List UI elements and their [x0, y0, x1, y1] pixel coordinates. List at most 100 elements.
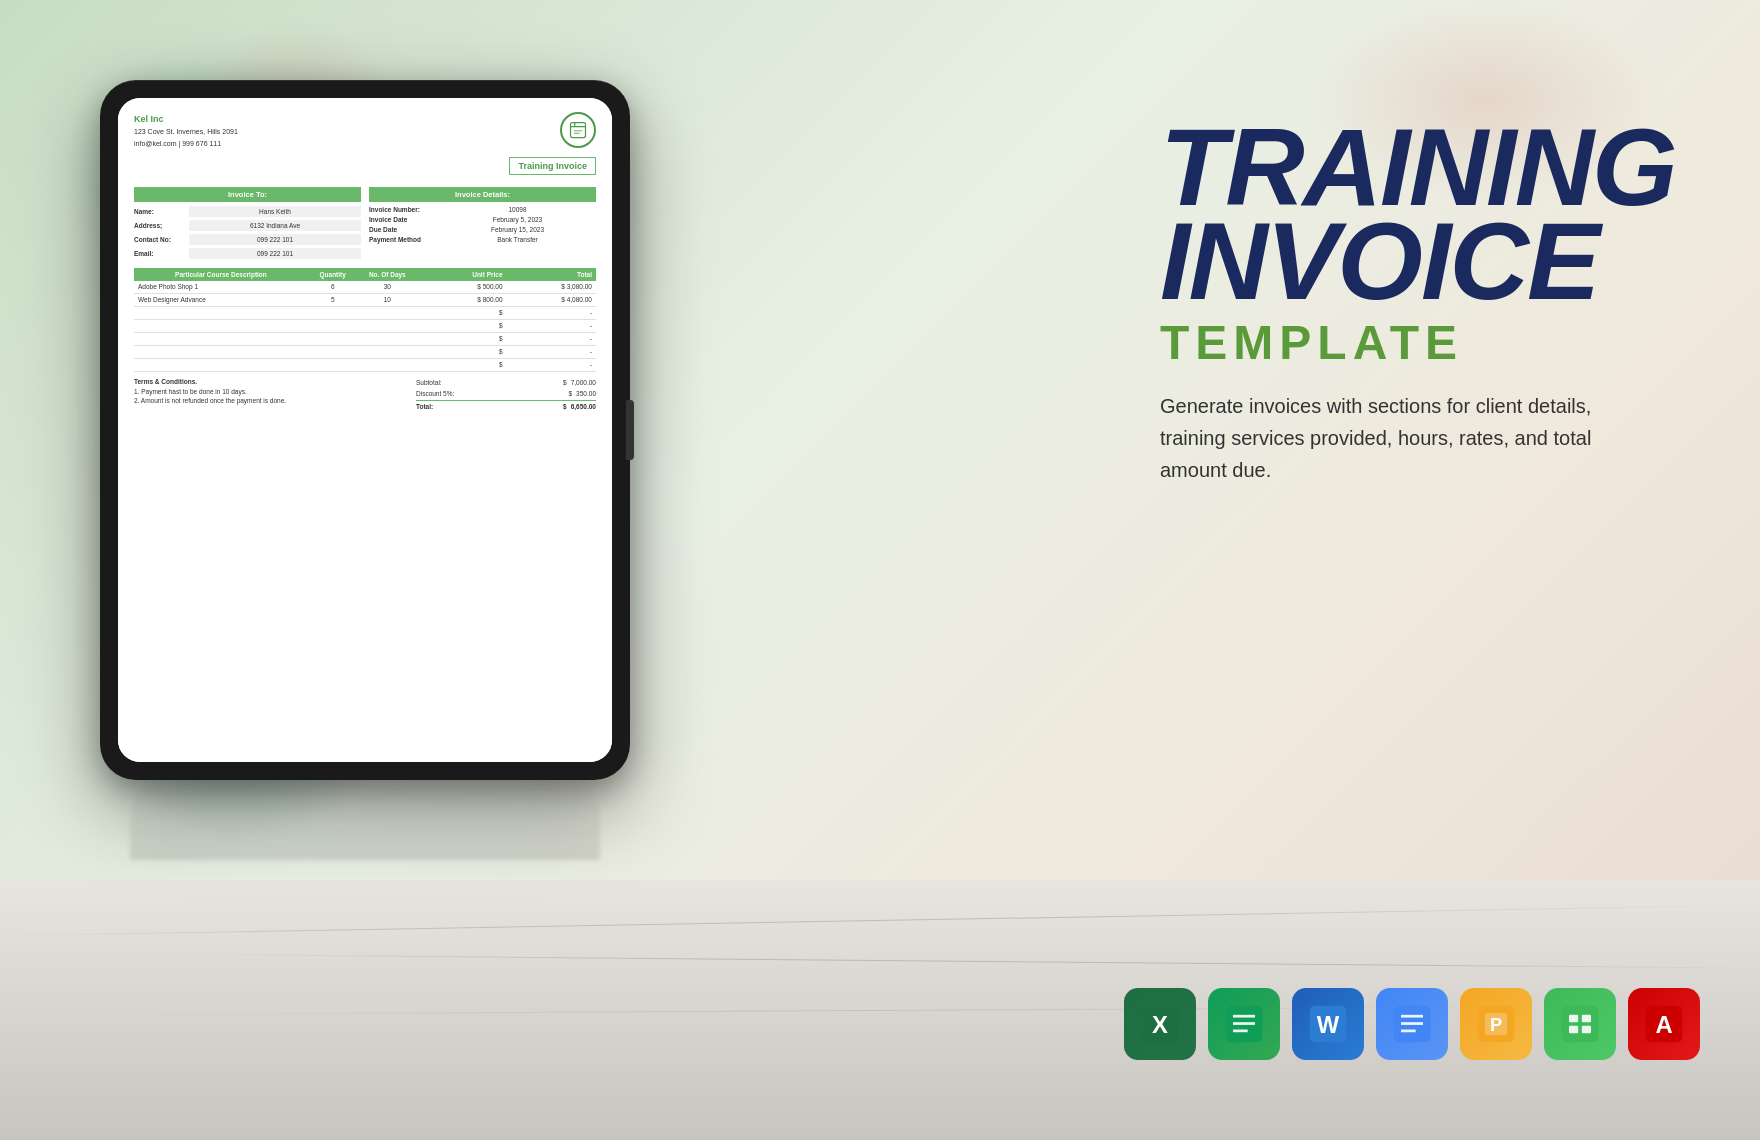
table-row: Web Designer Advance 5 10 $ 800.00 $ 4,0… — [134, 293, 596, 306]
svg-rect-15 — [1401, 1022, 1423, 1025]
table-row: $ - — [134, 332, 596, 345]
invoice-payment-label: Payment Method — [369, 236, 439, 243]
title-line-3: TEMPLATE — [1160, 315, 1680, 370]
invoice-date-label: Invoice Date — [369, 216, 439, 223]
invoice-to-section: Invoice To: Name: Hans Keith Address; 61… — [134, 187, 361, 262]
table-row: $ - — [134, 345, 596, 358]
subtotal-dollar: $ — [563, 379, 567, 386]
svg-rect-8 — [1233, 1015, 1255, 1018]
client-email-value: 099 222 101 — [189, 248, 361, 259]
cell-desc-0: Adobe Photo Shop 1 — [134, 281, 308, 294]
company-contact: info@kel.com | 999 676 111 — [134, 138, 238, 149]
invoice-details-section: Invoice Details: Invoice Number: 10098 I… — [369, 187, 596, 262]
cell-desc-3 — [134, 319, 308, 332]
terms-title: Terms & Conditions. — [134, 378, 416, 385]
cell-unit-5: $ — [417, 345, 506, 358]
cell-unit-2: $ — [417, 306, 506, 319]
client-address-value: 6132 Indiana Ave — [189, 220, 361, 231]
client-contact-row: Contact No: 099 222 101 — [134, 234, 361, 245]
invoice-number-row: Invoice Number: 10098 — [369, 206, 596, 213]
marble-line-1 — [0, 905, 1760, 937]
acrobat-icon[interactable]: A — [1628, 988, 1700, 1060]
word-icon[interactable]: W — [1292, 988, 1364, 1060]
invoice-footer: Terms & Conditions. 1. Payment hast to b… — [134, 378, 596, 413]
tablet-wrapper: Kel Inc 123 Cove St. Invernes, Hills 209… — [100, 80, 630, 780]
cell-qty-0: 6 — [308, 281, 358, 294]
invoice-due-value: February 15, 2023 — [439, 226, 596, 233]
cell-qty-6 — [308, 358, 358, 371]
client-address-label: Address; — [134, 222, 189, 229]
cell-qty-4 — [308, 332, 358, 345]
tablet-reflection — [130, 780, 600, 860]
cell-days-3 — [358, 319, 418, 332]
cell-unit-6: $ — [417, 358, 506, 371]
svg-rect-24 — [1582, 1026, 1591, 1033]
cell-desc-1: Web Designer Advance — [134, 293, 308, 306]
cell-days-0: 30 — [358, 281, 418, 294]
cell-total-3: - — [507, 319, 596, 332]
client-contact-value: 099 222 101 — [189, 234, 361, 245]
cell-desc-5 — [134, 345, 308, 358]
cell-qty-5 — [308, 345, 358, 358]
tablet-device: Kel Inc 123 Cove St. Invernes, Hills 209… — [100, 80, 630, 780]
discount-amount: $ 350.00 — [568, 390, 596, 397]
invoice-date-value: February 5, 2023 — [439, 216, 596, 223]
description-text: Generate invoices with sections for clie… — [1160, 390, 1640, 486]
invoice-title-text: Training Invoice — [518, 161, 587, 171]
invoice-payment-value: Bank Transfer — [439, 236, 596, 243]
invoice-details-header: Invoice Details: — [369, 187, 596, 202]
svg-rect-21 — [1569, 1015, 1578, 1022]
pages-icon[interactable]: P — [1460, 988, 1532, 1060]
svg-text:W: W — [1317, 1011, 1340, 1038]
table-header-unit: Unit Price — [417, 268, 506, 281]
cell-unit-0: $ 500.00 — [417, 281, 506, 294]
svg-text:X: X — [1152, 1011, 1168, 1038]
invoice-logo-icon — [560, 112, 596, 148]
total-amount: $ 6,650.00 — [563, 403, 596, 410]
cell-unit-1: $ 800.00 — [417, 293, 506, 306]
client-address-row: Address; 6132 Indiana Ave — [134, 220, 361, 231]
table-row: $ - — [134, 306, 596, 319]
total-label: Total: — [416, 403, 433, 410]
cell-total-2: - — [507, 306, 596, 319]
cell-total-6: - — [507, 358, 596, 371]
totals-section: Subtotal: $ 7,000.00 Discount 5%: $ 350.… — [416, 378, 596, 413]
invoice-sections: Invoice To: Name: Hans Keith Address; 61… — [134, 187, 596, 262]
table-header-days: No. Of Days — [358, 268, 418, 281]
table-row: $ - — [134, 319, 596, 332]
google-sheets-icon[interactable] — [1208, 988, 1280, 1060]
svg-text:A: A — [1655, 1011, 1672, 1038]
invoice-title-bar: Training Invoice — [509, 157, 596, 175]
invoice-due-label: Due Date — [369, 226, 439, 233]
cell-total-5: - — [507, 345, 596, 358]
table-header-total: Total — [507, 268, 596, 281]
terms-item-1: 2. Amount is not refunded once the payme… — [134, 397, 416, 404]
numbers-icon[interactable] — [1544, 988, 1616, 1060]
cell-total-1: $ 4,080.00 — [507, 293, 596, 306]
client-name-row: Name: Hans Keith — [134, 206, 361, 217]
cell-total-0: $ 3,080.00 — [507, 281, 596, 294]
cell-desc-4 — [134, 332, 308, 345]
table-row: Adobe Photo Shop 1 6 30 $ 500.00 $ 3,080… — [134, 281, 596, 294]
svg-rect-20 — [1562, 1006, 1599, 1043]
total-value: 6,650.00 — [571, 403, 596, 410]
subtotal-label: Subtotal: — [416, 379, 442, 386]
app-icons-row: X W P — [1124, 988, 1700, 1060]
cell-desc-2 — [134, 306, 308, 319]
discount-row: Discount 5%: $ 350.00 — [416, 389, 596, 398]
cell-days-5 — [358, 345, 418, 358]
google-docs-icon[interactable] — [1376, 988, 1448, 1060]
invoice-document: Kel Inc 123 Cove St. Invernes, Hills 209… — [118, 98, 612, 762]
terms-section: Terms & Conditions. 1. Payment hast to b… — [134, 378, 416, 413]
subtotal-amount: $ 7,000.00 — [563, 379, 596, 386]
invoice-header: Kel Inc 123 Cove St. Invernes, Hills 209… — [134, 112, 596, 149]
cell-qty-3 — [308, 319, 358, 332]
client-email-label: Email: — [134, 250, 189, 257]
excel-icon[interactable]: X — [1124, 988, 1196, 1060]
svg-rect-14 — [1401, 1015, 1423, 1018]
client-contact-label: Contact No: — [134, 236, 189, 243]
cell-unit-4: $ — [417, 332, 506, 345]
discount-value: 350.00 — [576, 390, 596, 397]
table-header-desc: Particular Course Description — [134, 268, 308, 281]
cell-unit-3: $ — [417, 319, 506, 332]
